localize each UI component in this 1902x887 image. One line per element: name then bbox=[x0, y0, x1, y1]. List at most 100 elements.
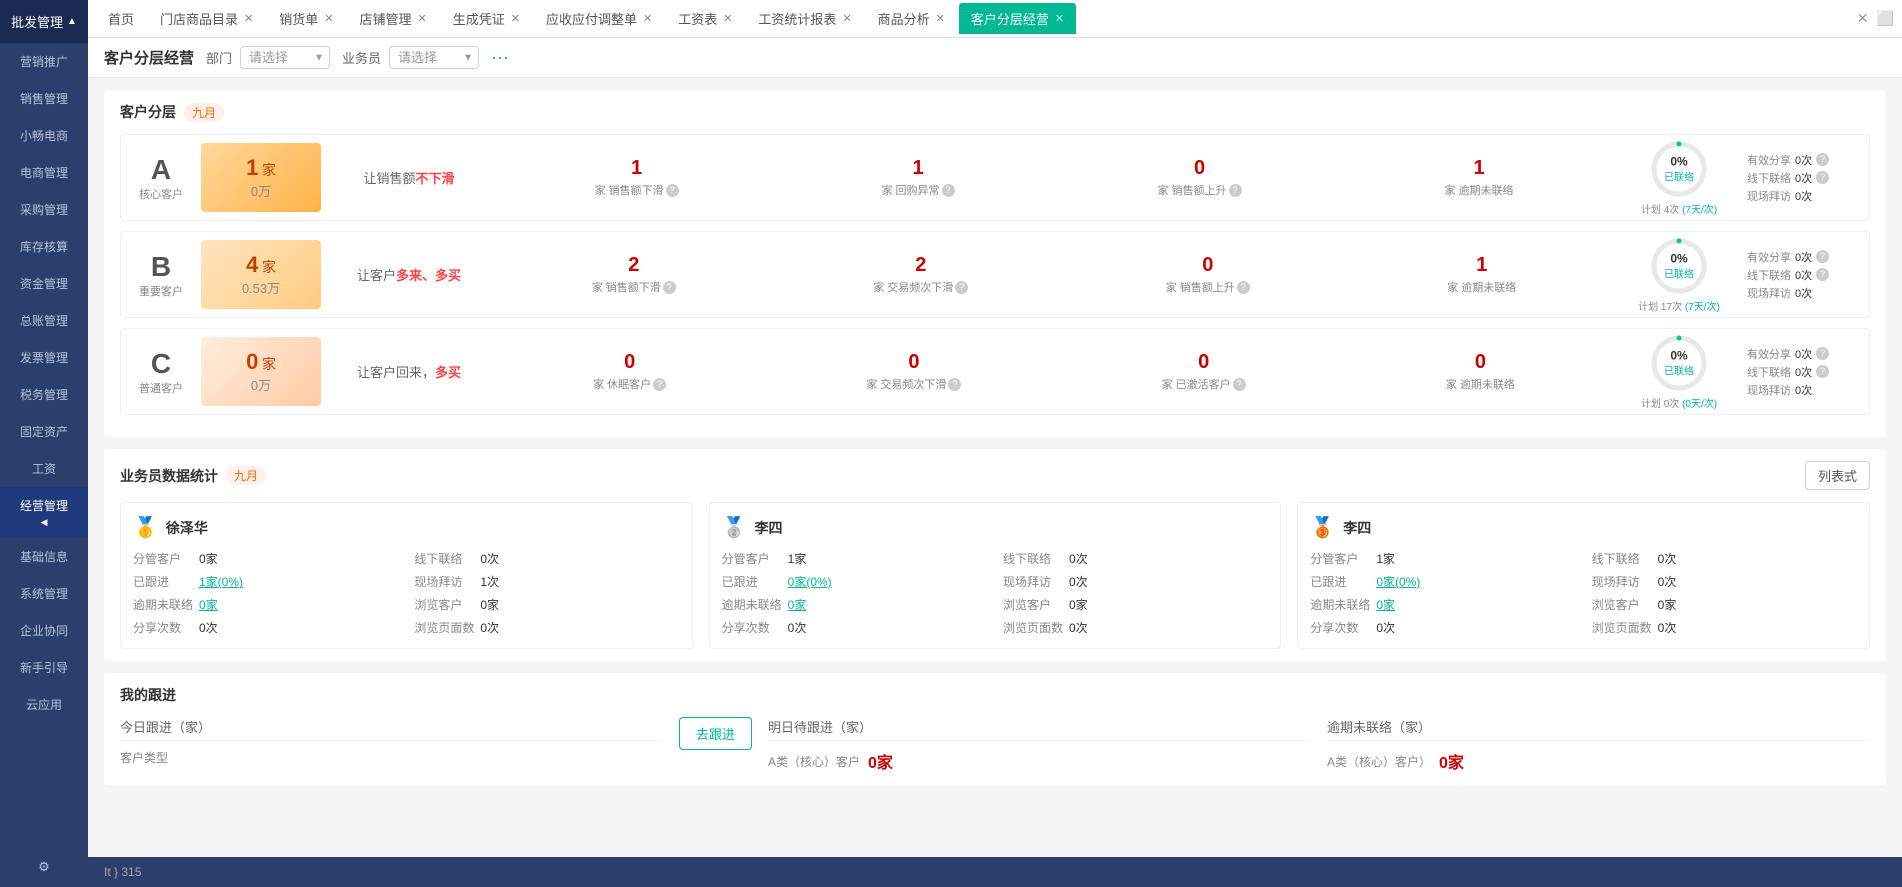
tab-home[interactable]: 首页 bbox=[96, 3, 146, 34]
followup-grid: 今日跟进（家） 客户类型 去跟进 明日待跟进（家） A类（核心）客户 0家 bbox=[120, 717, 1870, 773]
tab-yingshoufu[interactable]: 应收应付调整单 ✕ bbox=[534, 3, 664, 34]
info-icon-c1[interactable]: ? bbox=[653, 378, 666, 391]
emp-stat-2-5: 逾期未联络 0家 bbox=[722, 596, 987, 613]
info-icon-ar2[interactable]: ? bbox=[1816, 171, 1829, 184]
tab-shengcheng[interactable]: 生成凭证 ✕ bbox=[441, 3, 532, 34]
tab-close-dianpu[interactable]: ✕ bbox=[418, 12, 427, 25]
sidebar-item-label: 系统管理 bbox=[4, 585, 84, 602]
info-icon-c2[interactable]: ? bbox=[948, 378, 961, 391]
emp-stat-3-5-val[interactable]: 0家 bbox=[1376, 596, 1395, 613]
tab-close-gongzitongji[interactable]: ✕ bbox=[842, 12, 851, 25]
emp-stat-3-3-val[interactable]: 0家(0%) bbox=[1376, 573, 1420, 590]
sidebar-item-xiaochang[interactable]: 小畅电商 bbox=[0, 117, 88, 154]
goto-followup-button[interactable]: 去跟进 bbox=[679, 717, 752, 750]
info-icon-ar1[interactable]: ? bbox=[1816, 153, 1829, 166]
info-icon-br2[interactable]: ? bbox=[1816, 268, 1829, 281]
tab-gongzitongji[interactable]: 工资统计报表 ✕ bbox=[746, 3, 863, 34]
sidebar-item-label: 税务管理 bbox=[4, 386, 84, 403]
tab-dianpu[interactable]: 店铺管理 ✕ bbox=[347, 3, 438, 34]
sidebar-item-yingxiao[interactable]: 营销推广 bbox=[0, 43, 88, 80]
followup-tomorrow-val: 0家 bbox=[868, 749, 893, 773]
emp-stat-1-2-label: 线下联络 bbox=[414, 550, 474, 567]
tab-mendian[interactable]: 门店商品目录 ✕ bbox=[148, 3, 265, 34]
tier-a-count-block: 1 家 0万 bbox=[201, 143, 321, 212]
sidebar-item-jichuinfo[interactable]: 基础信息 bbox=[0, 538, 88, 575]
employee-header-2: 🥈 李四 bbox=[722, 515, 1269, 540]
tier-b-circle-status: 已联络 bbox=[1664, 266, 1694, 281]
info-icon-b1[interactable]: ? bbox=[663, 281, 676, 294]
info-icon-cr1[interactable]: ? bbox=[1816, 347, 1829, 360]
sales-select[interactable]: 请选择 bbox=[389, 46, 479, 69]
sidebar-item-gudingzichan[interactable]: 固定资产 bbox=[0, 413, 88, 450]
followup-overdue-title: 逾期未联络（家） bbox=[1327, 717, 1870, 741]
page-footer: It } 315 bbox=[88, 857, 1902, 887]
tier-c-slogan: 让客户回来，多买 bbox=[329, 329, 489, 414]
sidebar-item-qiyexietong[interactable]: 企业协同 bbox=[0, 612, 88, 649]
info-icon-cr2[interactable]: ? bbox=[1816, 365, 1829, 378]
emp-stat-2-2: 线下联络 0次 bbox=[1003, 550, 1268, 567]
emp-stat-2-5-val[interactable]: 0家 bbox=[788, 596, 807, 613]
sidebar-item-yunyingyong[interactable]: 云应用 bbox=[0, 686, 88, 723]
tab-gongzibiao[interactable]: 工资表 ✕ bbox=[666, 3, 744, 34]
tier-a-circle-sub: 计划 4次 (7天/次) bbox=[1641, 201, 1717, 216]
sidebar-item-label: 小畅电商 bbox=[4, 127, 84, 144]
sidebar-item-zijin[interactable]: 资金管理 bbox=[0, 265, 88, 302]
sidebar-item-gongzi[interactable]: 工资 bbox=[0, 450, 88, 487]
sidebar-item-xiaoshou[interactable]: 销售管理 bbox=[0, 80, 88, 117]
tab-close-xiaohuo[interactable]: ✕ bbox=[324, 12, 333, 25]
emp-stat-1-3-label: 已跟进 bbox=[133, 573, 193, 590]
expand-icon[interactable]: ⬜ bbox=[1877, 10, 1894, 27]
emp-stat-3-2-label: 线下联络 bbox=[1592, 550, 1652, 567]
sidebar-item-kucun[interactable]: 库存核算 bbox=[0, 228, 88, 265]
tab-close-kehufenceng[interactable]: ✕ bbox=[1055, 12, 1064, 25]
list-view-button[interactable]: 列表式 bbox=[1805, 461, 1870, 490]
tier-b-circle-pct: 0% bbox=[1664, 252, 1694, 266]
info-icon-a1[interactable]: ? bbox=[666, 184, 679, 197]
sidebar-item-xinshouyindao[interactable]: 新手引导 bbox=[0, 649, 88, 686]
emp-stat-1-3-val[interactable]: 1家(0%) bbox=[199, 573, 243, 590]
followup-goto-col: 去跟进 bbox=[679, 717, 752, 750]
tier-b-circle-link[interactable]: (7天/次) bbox=[1685, 302, 1720, 313]
tier-a-amount: 0万 bbox=[251, 181, 271, 200]
sidebar-item-jingying[interactable]: 经营管理 ◀ bbox=[0, 487, 88, 538]
sidebar-item-dianshang[interactable]: 电商管理 bbox=[0, 154, 88, 191]
dept-select[interactable]: 请选择 bbox=[240, 46, 330, 69]
sidebar-item-shuiwu[interactable]: 税务管理 bbox=[0, 376, 88, 413]
tab-close-shangpin[interactable]: ✕ bbox=[936, 12, 945, 25]
employee-header-3: 🥉 李四 bbox=[1310, 515, 1857, 540]
tab-close-gongzibiao[interactable]: ✕ bbox=[723, 12, 732, 25]
emp-stat-1-5-val[interactable]: 0家 bbox=[199, 596, 218, 613]
tier-b-amount: 0.53万 bbox=[242, 278, 280, 297]
sidebar-item-caigou[interactable]: 采购管理 bbox=[0, 191, 88, 228]
employee-medal-1: 🥇 bbox=[133, 515, 158, 540]
info-icon-c3[interactable]: ? bbox=[1233, 378, 1246, 391]
emp-stat-2-3-val[interactable]: 0家(0%) bbox=[788, 573, 832, 590]
info-icon-br1[interactable]: ? bbox=[1816, 250, 1829, 263]
info-icon-b2[interactable]: ? bbox=[955, 281, 968, 294]
tier-a-circle-link[interactable]: (7天/次) bbox=[1682, 205, 1717, 216]
sidebar-item-fapiao[interactable]: 发票管理 bbox=[0, 339, 88, 376]
info-icon-a3[interactable]: ? bbox=[1229, 184, 1242, 197]
tier-c-circle-link[interactable]: (0天/次) bbox=[1682, 399, 1717, 410]
tab-xiaohuo[interactable]: 销货单 ✕ bbox=[267, 3, 345, 34]
close-all-icon[interactable]: ✕ bbox=[1857, 10, 1869, 27]
emp-stat-2-7: 分享次数 0次 bbox=[722, 619, 987, 636]
followup-today-col: 今日跟进（家） 客户类型 bbox=[120, 717, 663, 766]
sidebar-logo[interactable]: 批发管理 ▲ bbox=[0, 0, 88, 43]
tier-b-slogan: 让客户多来、多买 bbox=[329, 232, 489, 317]
tab-close-yingshoufu[interactable]: ✕ bbox=[643, 12, 652, 25]
sidebar-item-zongzhang[interactable]: 总账管理 bbox=[0, 302, 88, 339]
tab-close-mendian[interactable]: ✕ bbox=[244, 12, 253, 25]
tab-bar: 首页 门店商品目录 ✕ 销货单 ✕ 店铺管理 ✕ 生成凭证 ✕ 应收应付调整单 … bbox=[88, 0, 1902, 38]
sidebar-expand-icon[interactable]: ▲ bbox=[67, 16, 77, 27]
gear-icon[interactable]: ⚙ bbox=[0, 847, 88, 887]
info-icon-b3[interactable]: ? bbox=[1237, 281, 1250, 294]
sidebar-item-label: 资金管理 bbox=[4, 275, 84, 292]
tab-close-shengcheng[interactable]: ✕ bbox=[511, 12, 520, 25]
more-filters-button[interactable]: ··· bbox=[491, 47, 509, 68]
tier-a-right-2: 线下联络 0次 ? bbox=[1747, 170, 1861, 186]
tab-kehufenceng[interactable]: 客户分层经营 ✕ bbox=[959, 3, 1076, 34]
info-icon-a2[interactable]: ? bbox=[942, 184, 955, 197]
sidebar-item-xitong[interactable]: 系统管理 bbox=[0, 575, 88, 612]
tab-shangpin[interactable]: 商品分析 ✕ bbox=[866, 3, 957, 34]
